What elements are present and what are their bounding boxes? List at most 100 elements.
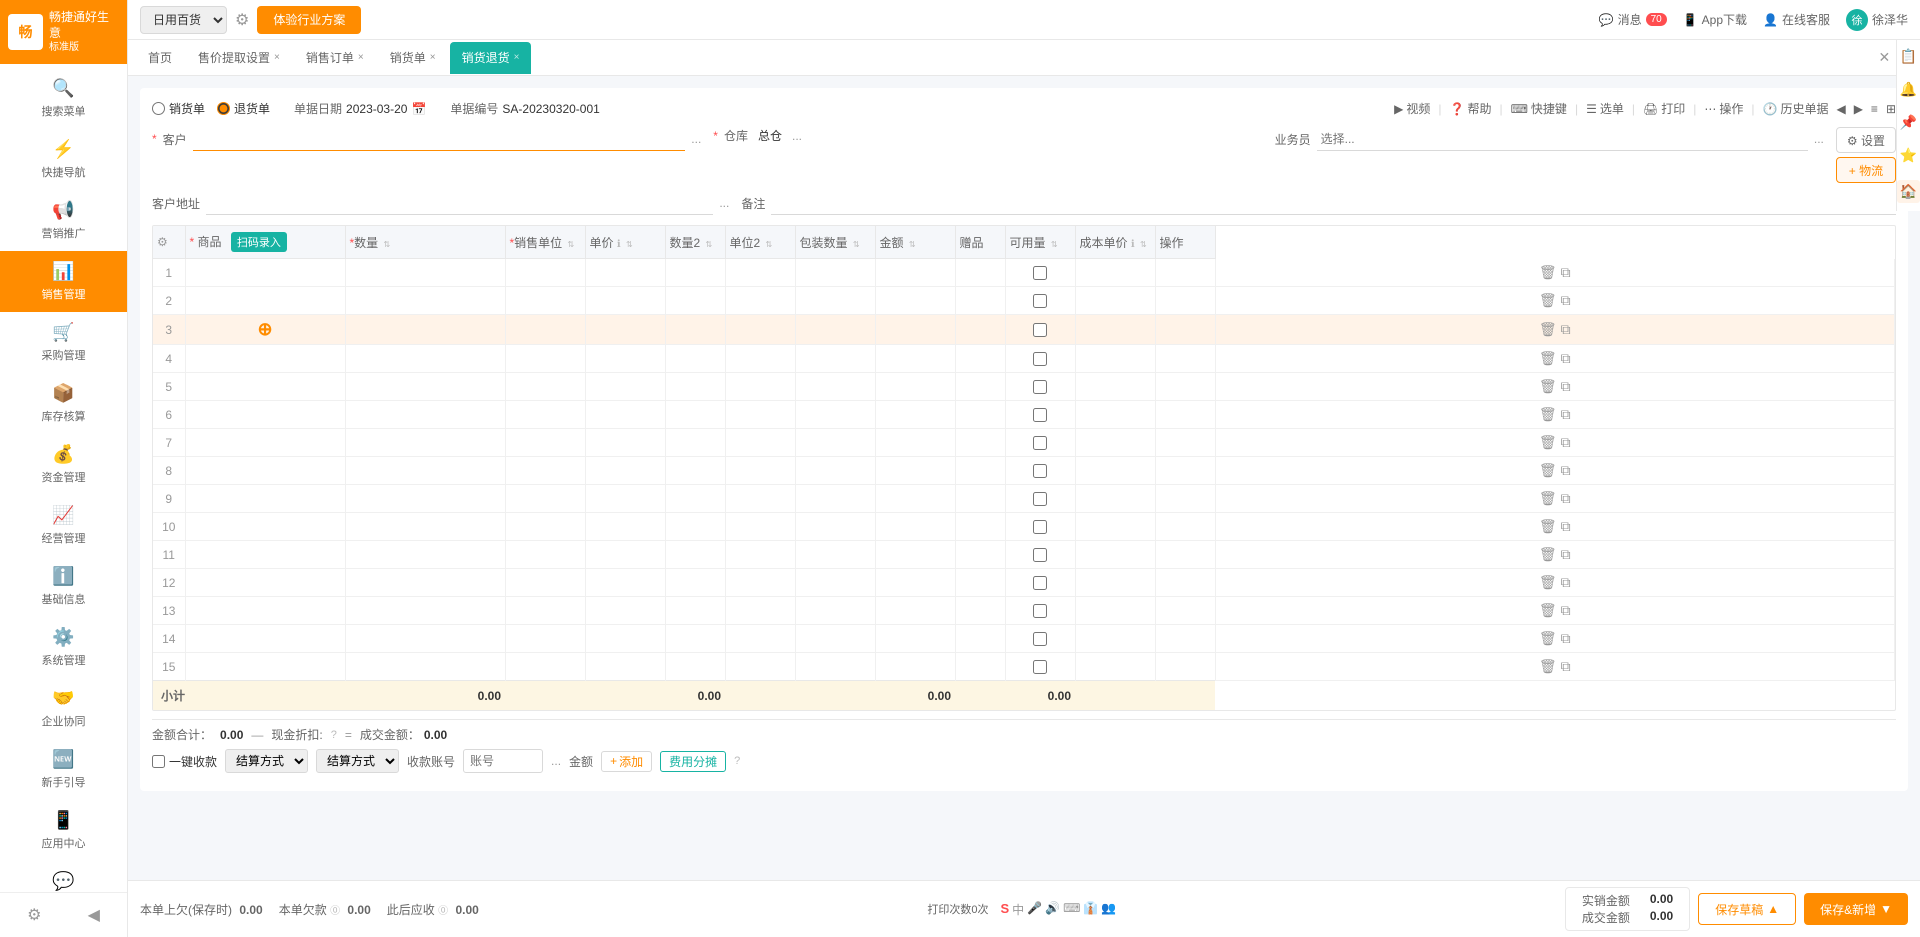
cell-product-8[interactable]: [345, 457, 505, 485]
product-input-12[interactable]: [350, 576, 501, 590]
toolbar-print[interactable]: 🖨 打印: [1643, 100, 1685, 117]
copy-row-icon-4[interactable]: ⧉: [1561, 350, 1571, 367]
topbar-gear-icon[interactable]: ⚙: [235, 10, 249, 30]
gift-checkbox-6[interactable]: [1033, 408, 1047, 422]
next-doc-btn[interactable]: ▶: [1854, 102, 1863, 116]
settlement-select[interactable]: 结算方式: [225, 749, 308, 773]
delete-row-icon-14[interactable]: 🗑: [1539, 630, 1557, 647]
toolbar-ops[interactable]: ⋯ 操作: [1704, 100, 1743, 117]
industry-select[interactable]: 日用百货: [140, 6, 227, 34]
delete-row-icon-10[interactable]: 🗑: [1539, 518, 1557, 535]
gift-checkbox-1[interactable]: [1033, 266, 1047, 280]
copy-row-icon-9[interactable]: ⧉: [1561, 490, 1571, 507]
tab-3[interactable]: 销货单×: [378, 42, 448, 74]
delete-row-icon-15[interactable]: 🗑: [1539, 658, 1557, 675]
delete-row-icon-5[interactable]: 🗑: [1539, 378, 1557, 395]
calendar-icon[interactable]: 📅: [411, 102, 426, 116]
delete-row-icon-13[interactable]: 🗑: [1539, 602, 1557, 619]
product-input-7[interactable]: [350, 436, 501, 450]
side-pin-icon[interactable]: 📌: [1900, 114, 1917, 131]
remark-input[interactable]: [771, 191, 1896, 215]
sidebar-collapse-icon[interactable]: ◀: [84, 901, 104, 929]
gift-checkbox-2[interactable]: [1033, 294, 1047, 308]
gift-checkbox-5[interactable]: [1033, 380, 1047, 394]
toolbar-video[interactable]: ▶ 视频: [1394, 100, 1430, 117]
save-new-btn[interactable]: 保存&新增 ▼: [1804, 893, 1908, 925]
side-home-icon[interactable]: 🏠: [1897, 180, 1920, 203]
copy-row-icon-5[interactable]: ⧉: [1561, 378, 1571, 395]
delete-row-icon-11[interactable]: 🗑: [1539, 546, 1557, 563]
gear-icon[interactable]: ⚙: [157, 235, 168, 249]
calc-method-select[interactable]: 结算方式: [316, 749, 399, 773]
product-input-11[interactable]: [350, 548, 501, 562]
gift-checkbox-9[interactable]: [1033, 492, 1047, 506]
side-star-icon[interactable]: ⭐: [1900, 147, 1917, 164]
product-input-9[interactable]: [350, 492, 501, 506]
sidebar-item-9[interactable]: ⚙️系统管理: [0, 617, 127, 678]
user-item[interactable]: 徐 徐泽华: [1846, 9, 1908, 31]
logistics-btn[interactable]: + 物流: [1836, 157, 1896, 183]
tab-close-3[interactable]: ×: [430, 52, 436, 63]
tab-0[interactable]: 首页: [136, 42, 184, 74]
sidebar-item-8[interactable]: ℹ️基础信息: [0, 556, 127, 617]
sidebar-item-5[interactable]: 📦库存核算: [0, 373, 127, 434]
gift-checkbox-8[interactable]: [1033, 464, 1047, 478]
product-input-10[interactable]: [350, 520, 501, 534]
cell-product-4[interactable]: [345, 345, 505, 373]
cell-product-11[interactable]: [345, 541, 505, 569]
gift-checkbox-3[interactable]: [1033, 323, 1047, 337]
sidebar-settings-icon[interactable]: ⚙: [23, 901, 45, 929]
sidebar-item-4[interactable]: 🛒采购管理: [0, 312, 127, 373]
sidebar-item-10[interactable]: 🤝企业协同: [0, 678, 127, 739]
price-sort-icon[interactable]: ⇅: [626, 240, 633, 249]
sidebar-item-12[interactable]: 📱应用中心: [0, 800, 127, 861]
gift-checkbox-13[interactable]: [1033, 604, 1047, 618]
delete-row-icon-3[interactable]: 🗑: [1539, 321, 1557, 338]
cell-product-5[interactable]: [345, 373, 505, 401]
copy-row-icon-2[interactable]: ⧉: [1561, 292, 1571, 309]
gift-checkbox-15[interactable]: [1033, 660, 1047, 674]
side-bell-icon[interactable]: 🔔: [1900, 81, 1917, 98]
cell-product-13[interactable]: [345, 597, 505, 625]
gift-checkbox-12[interactable]: [1033, 576, 1047, 590]
copy-row-icon-6[interactable]: ⧉: [1561, 406, 1571, 423]
copy-row-icon-11[interactable]: ⧉: [1561, 546, 1571, 563]
product-input-13[interactable]: [350, 604, 501, 618]
sidebar-item-0[interactable]: 🔍搜索菜单: [0, 68, 127, 129]
add-row-btn[interactable]: ⊕: [257, 319, 272, 339]
view-grid-btn[interactable]: ⊞: [1886, 102, 1896, 116]
product-input-1[interactable]: [350, 266, 501, 280]
toolbar-select[interactable]: ☰ 选单: [1586, 100, 1624, 117]
cell-product-1[interactable]: [345, 259, 505, 287]
copy-row-icon-8[interactable]: ⧉: [1561, 462, 1571, 479]
gift-checkbox-4[interactable]: [1033, 352, 1047, 366]
delete-row-icon-7[interactable]: 🗑: [1539, 434, 1557, 451]
cell-product-15[interactable]: [345, 653, 505, 681]
copy-row-icon-1[interactable]: ⧉: [1561, 264, 1571, 281]
sidebar-item-6[interactable]: 💰资金管理: [0, 434, 127, 495]
warehouse-picker-icon[interactable]: ...: [792, 129, 802, 143]
gift-checkbox-14[interactable]: [1033, 632, 1047, 646]
cell-product-2[interactable]: [345, 287, 505, 315]
gift-checkbox-10[interactable]: [1033, 520, 1047, 534]
scan-input-btn[interactable]: 扫码录入: [231, 232, 287, 252]
sidebar-item-3[interactable]: 📊销售管理: [0, 251, 127, 312]
cell-product-10[interactable]: [345, 513, 505, 541]
cell-product-6[interactable]: [345, 401, 505, 429]
customer-input[interactable]: [193, 127, 686, 151]
address-input[interactable]: [206, 191, 713, 215]
payment-checkbox[interactable]: [152, 755, 165, 768]
product-input-4[interactable]: [350, 352, 501, 366]
tab-close-1[interactable]: ×: [274, 52, 280, 63]
product-input-5[interactable]: [350, 380, 501, 394]
delete-row-icon-2[interactable]: 🗑: [1539, 292, 1557, 309]
tab-close-2[interactable]: ×: [358, 52, 364, 63]
copy-row-icon-14[interactable]: ⧉: [1561, 630, 1571, 647]
product-input-3[interactable]: [350, 323, 501, 337]
one-click-payment-check[interactable]: 一键收款: [152, 753, 217, 770]
message-item[interactable]: 💬 消息 70: [1599, 11, 1667, 28]
copy-row-icon-13[interactable]: ⧉: [1561, 602, 1571, 619]
toolbar-help[interactable]: ❓ 帮助: [1450, 100, 1492, 117]
radio-sales[interactable]: 销货单: [152, 100, 205, 117]
settings-btn[interactable]: ⚙ 设置: [1836, 127, 1896, 153]
